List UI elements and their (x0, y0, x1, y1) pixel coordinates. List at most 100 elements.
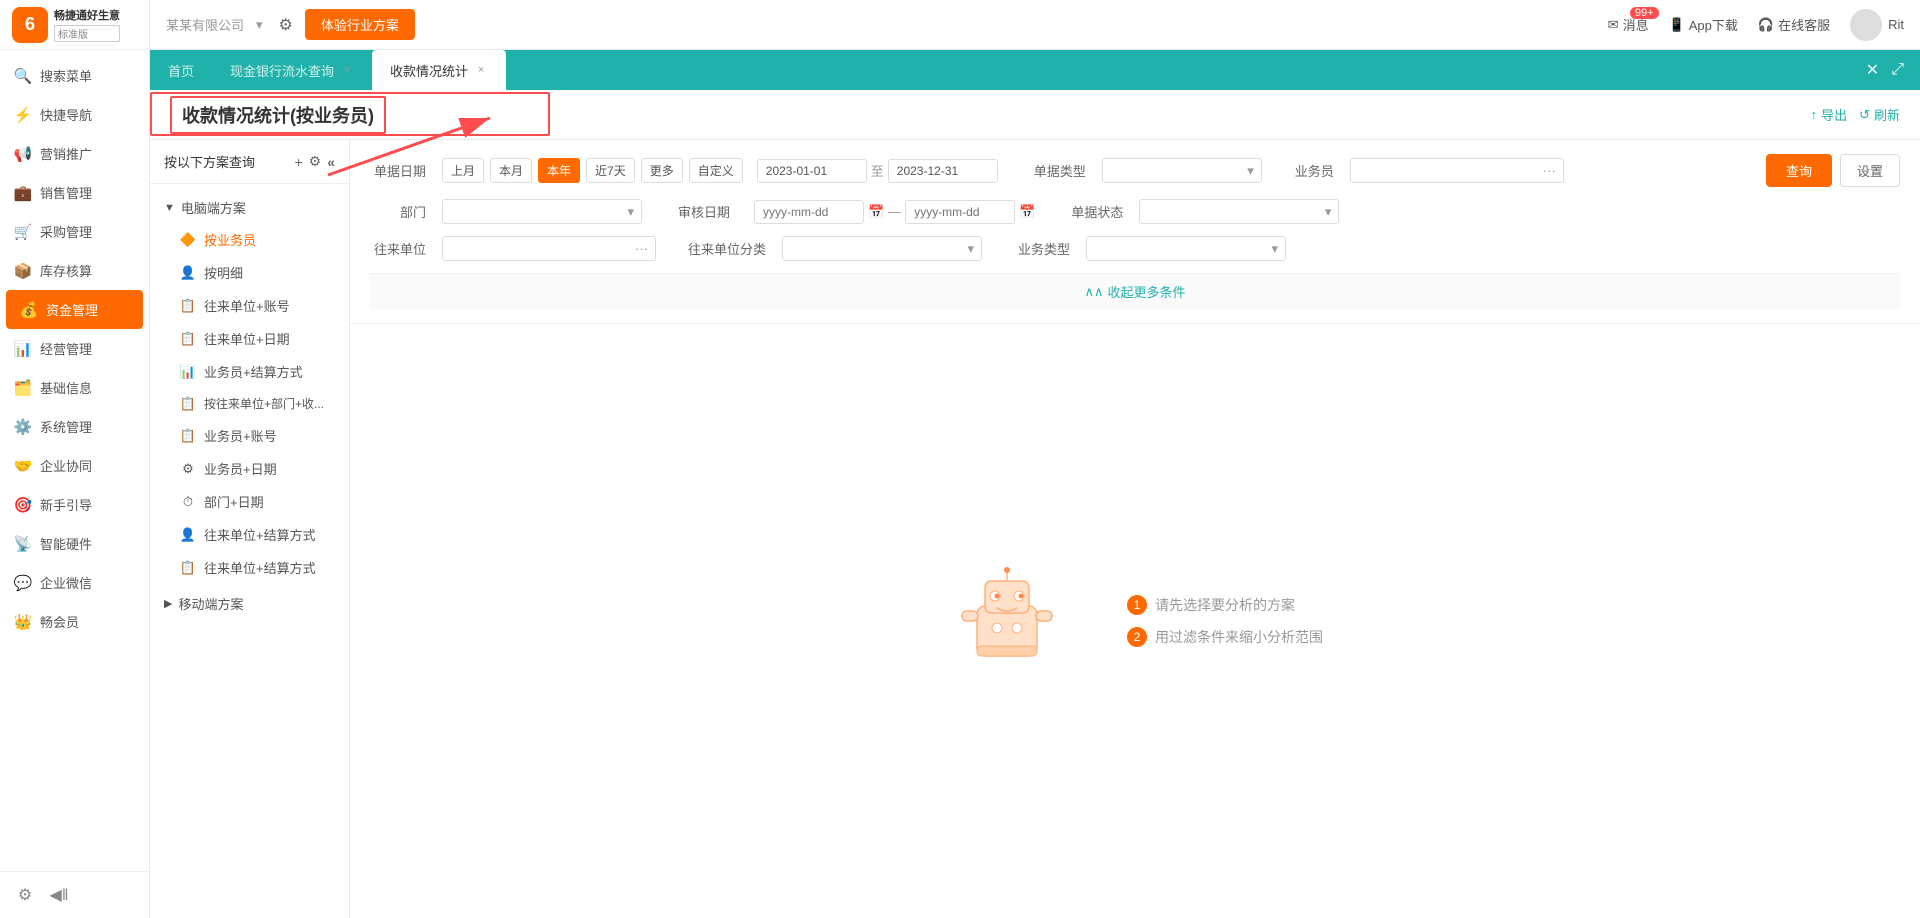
date-end-input[interactable] (888, 159, 998, 183)
tabs-actions: ✕ ⤢ (1866, 60, 1920, 80)
review-date-end-calendar-icon[interactable]: 📅 (1019, 204, 1035, 220)
this-month-btn[interactable]: 本月 (490, 158, 532, 183)
footer-collapse-icon[interactable]: ◀‖ (48, 884, 70, 906)
sidebar-item-enterprise[interactable]: 🤝 企业协同 (0, 446, 149, 485)
trial-btn[interactable]: 体验行业方案 (305, 9, 415, 40)
partner-input[interactable] (442, 236, 656, 261)
partner-type-label: 往来单位分类 (688, 239, 766, 258)
scheme-item-by-detail[interactable]: 👤 按明细 (150, 256, 349, 289)
sidebar-item-label: 系统管理 (40, 417, 92, 436)
partner-type-select[interactable] (782, 236, 982, 261)
logo-text: 畅捷通好生意 (54, 7, 120, 23)
salesperson-more-icon[interactable]: ··· (1543, 163, 1556, 178)
left-panel-header: 按以下方案查询 + ⚙ « (150, 140, 349, 184)
user-name: Rit (1888, 17, 1904, 32)
marketing-icon: 📢 (14, 145, 32, 163)
scheme-item-salesperson-settle[interactable]: 📊 业务员+结算方式 (150, 355, 349, 388)
scheme-unit-settle2-icon: 📋 (180, 560, 196, 576)
sidebar-item-label: 新手引导 (40, 495, 92, 514)
review-date-end[interactable] (905, 200, 1015, 224)
setting-btn[interactable]: 设置 (1840, 154, 1900, 187)
review-date-calendar-icon[interactable]: 📅 (868, 204, 884, 220)
scheme-group-mobile-title[interactable]: ▶ 移动端方案 (150, 588, 349, 619)
tab-collection-stats-close[interactable]: × (474, 63, 488, 77)
add-scheme-icon[interactable]: + (294, 154, 302, 170)
sidebar-item-search[interactable]: 🔍 搜索菜单 (0, 56, 149, 95)
query-btn[interactable]: 查询 (1766, 154, 1832, 187)
partner-more-icon[interactable]: ··· (635, 241, 648, 256)
review-date-label: 审核日期 (674, 202, 730, 221)
system-icon: ⚙️ (14, 418, 32, 436)
scheme-item-by-salesperson[interactable]: 🔶 按业务员 (150, 223, 349, 256)
scheme-item-unit-settle2[interactable]: 📋 往来单位+结算方式 (150, 551, 349, 584)
msg-btn[interactable]: ✉ 消息 99+ (1608, 15, 1649, 34)
scheme-item-salesperson-date[interactable]: ⚙ 业务员+日期 (150, 452, 349, 485)
doc-status-select[interactable] (1139, 199, 1339, 224)
refresh-btn[interactable]: ↺ 刷新 (1859, 105, 1900, 124)
salesperson-label: 业务员 (1278, 161, 1334, 180)
this-year-btn[interactable]: 本年 (538, 158, 580, 183)
biz-type-select[interactable] (1086, 236, 1286, 261)
online-service-btn[interactable]: 🎧 在线客服 (1758, 15, 1830, 34)
scheme-item-label: 按往来单位+部门+收... (204, 395, 324, 412)
scheme-salesperson-icon: 🔶 (180, 232, 196, 248)
scheme-settings-icon[interactable]: ⚙ (309, 153, 322, 170)
window-maximize-icon[interactable]: ⤢ (1891, 61, 1904, 79)
review-date-start[interactable] (754, 200, 864, 224)
tab-collection-stats[interactable]: 收款情况统计 × (372, 50, 506, 90)
doc-type-select[interactable] (1102, 158, 1262, 183)
doc-type-select-wrap (1102, 158, 1262, 183)
tab-home[interactable]: 首页 (150, 50, 212, 90)
sidebar-item-finance[interactable]: 💰 资金管理 (6, 290, 143, 329)
custom-date-btn[interactable]: 自定义 (689, 158, 743, 183)
tab-bank-flow[interactable]: 现金银行流水查询 × (212, 50, 372, 90)
salesperson-input[interactable] (1350, 158, 1564, 183)
scheme-item-label: 往来单位+结算方式 (204, 525, 316, 544)
scheme-item-label: 业务员+日期 (204, 459, 277, 478)
sidebar-item-label: 销售管理 (40, 183, 92, 202)
sidebar-item-base[interactable]: 🗂️ 基础信息 (0, 368, 149, 407)
tab-bank-flow-close[interactable]: × (340, 63, 354, 77)
date-range-separator: 至 (871, 161, 884, 180)
more-date-btn[interactable]: 更多 (641, 158, 683, 183)
sidebar-item-system[interactable]: ⚙️ 系统管理 (0, 407, 149, 446)
last7-btn[interactable]: 近7天 (586, 158, 635, 183)
scheme-group-mobile: ▶ 移动端方案 (150, 588, 349, 619)
sidebar-item-inventory[interactable]: 📦 库存核算 (0, 251, 149, 290)
scheme-item-unit-settle1[interactable]: 👤 往来单位+结算方式 (150, 518, 349, 551)
sidebar-item-sales[interactable]: 💼 销售管理 (0, 173, 149, 212)
export-btn[interactable]: ↑ 导出 (1811, 105, 1848, 124)
page-title: 收款情况统计(按业务员) (170, 96, 386, 134)
sidebar-item-marketing[interactable]: 📢 营销推广 (0, 134, 149, 173)
scheme-item-unit-date[interactable]: 📋 往来单位+日期 (150, 322, 349, 355)
user-area[interactable]: Rit (1850, 9, 1904, 41)
sidebar-item-newbie[interactable]: 🎯 新手引导 (0, 485, 149, 524)
settings-icon[interactable]: ⚙ (279, 15, 293, 35)
scheme-item-dept-date[interactable]: ⏱ 部门+日期 (150, 485, 349, 518)
collapse-panel-icon[interactable]: « (327, 154, 335, 170)
sidebar-item-label: 基础信息 (40, 378, 92, 397)
sidebar-item-quick-nav[interactable]: ⚡ 快捷导航 (0, 95, 149, 134)
scheme-item-salesperson-account[interactable]: 📋 业务员+账号 (150, 419, 349, 452)
scheme-item-unit-account[interactable]: 📋 往来单位+账号 (150, 289, 349, 322)
sidebar-item-member[interactable]: 👑 畅会员 (0, 602, 149, 641)
sidebar-item-operations[interactable]: 📊 经营管理 (0, 329, 149, 368)
sidebar-footer: ⚙ ◀‖ (0, 871, 149, 918)
sidebar-item-smart-hw[interactable]: 📡 智能硬件 (0, 524, 149, 563)
scheme-group-pc-title[interactable]: ▼ 电脑端方案 (150, 192, 349, 223)
footer-settings-icon[interactable]: ⚙ (14, 884, 36, 906)
sidebar-item-label: 采购管理 (40, 222, 92, 241)
scheme-dept-date-icon: ⏱ (180, 494, 196, 510)
window-close-icon[interactable]: ✕ (1866, 60, 1879, 80)
prev-month-btn[interactable]: 上月 (442, 158, 484, 183)
partner-type-select-wrap (782, 236, 982, 261)
sidebar-item-purchase[interactable]: 🛒 采购管理 (0, 212, 149, 251)
collapse-btn[interactable]: ∧∧ 收起更多条件 (370, 273, 1900, 309)
dept-select[interactable] (442, 199, 642, 224)
date-start-input[interactable] (757, 159, 867, 183)
sidebar-item-wechat[interactable]: 💬 企业微信 (0, 563, 149, 602)
tip1-num: 1 (1127, 595, 1147, 615)
app-download-btn[interactable]: 📱 App下载 (1669, 15, 1738, 34)
scheme-item-unit-dept-col[interactable]: 📋 按往来单位+部门+收... (150, 388, 349, 419)
dept-label: 部门 (370, 202, 426, 221)
